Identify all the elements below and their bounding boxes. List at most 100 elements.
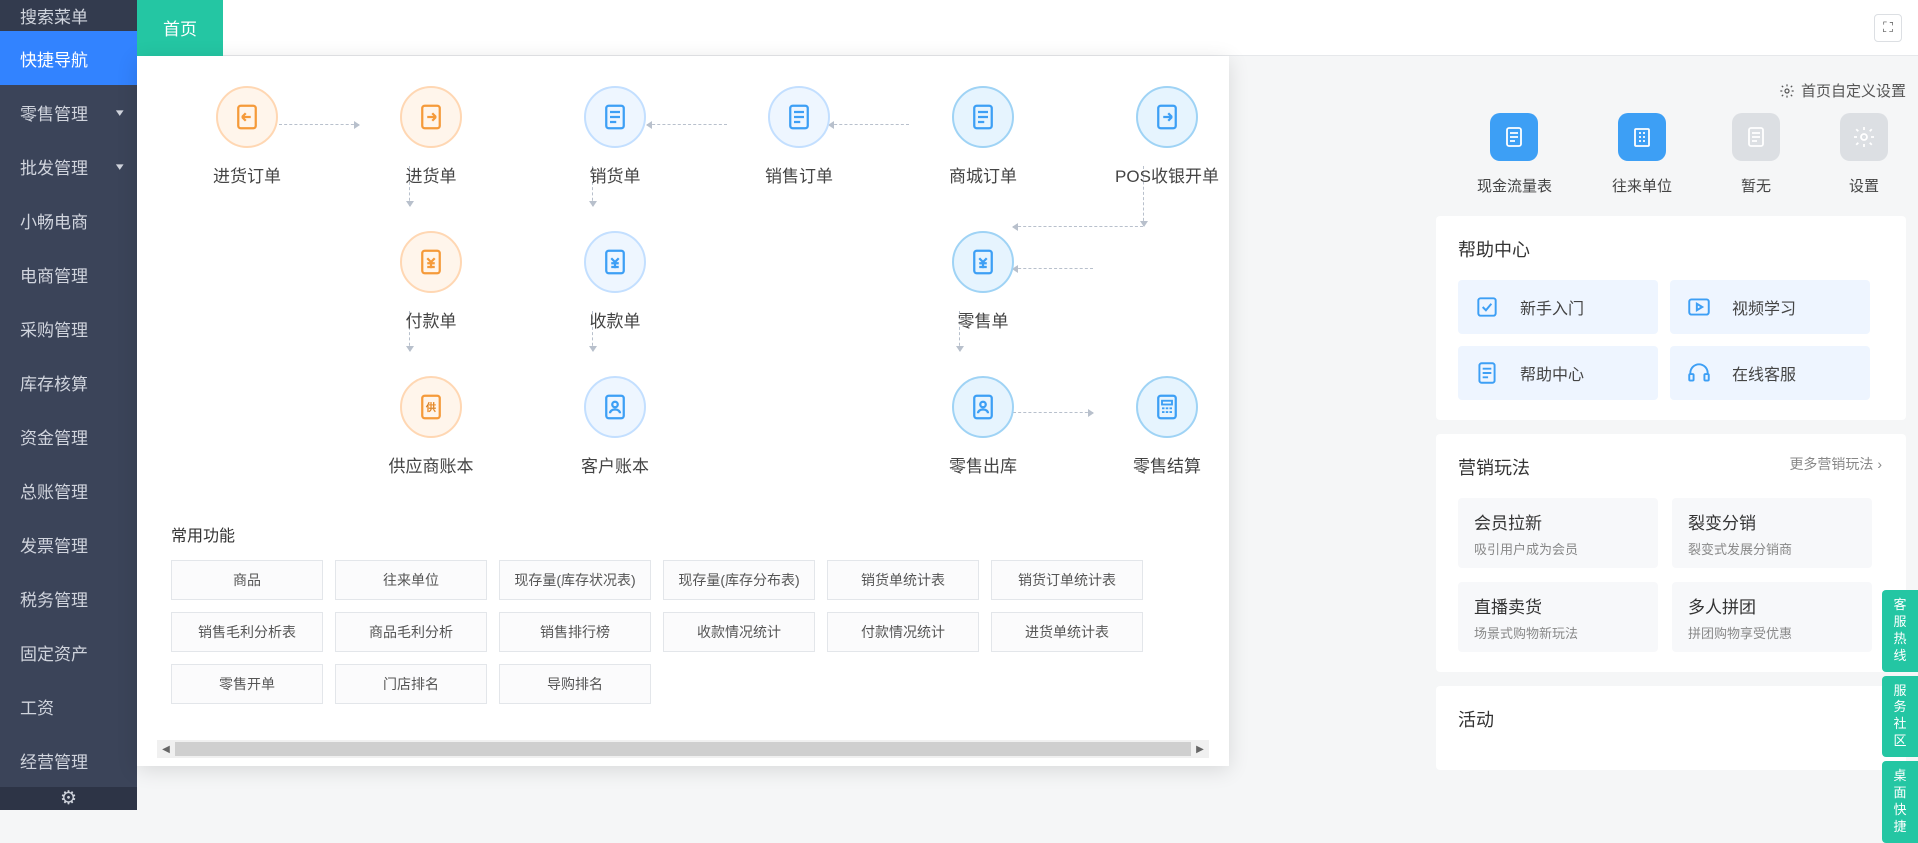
sidebar-item-1[interactable]: 零售管理▾ bbox=[0, 85, 137, 139]
flow-零售结算[interactable]: 零售结算 bbox=[1077, 376, 1257, 477]
help-新手入门[interactable]: 新手入门 bbox=[1458, 280, 1658, 334]
chevron-down-icon: ▾ bbox=[116, 106, 124, 119]
help-视频学习[interactable]: 视频学习 bbox=[1670, 280, 1870, 334]
flow-icon bbox=[400, 376, 462, 438]
common-title: 常用功能 bbox=[171, 522, 1209, 546]
common-btn[interactable]: 销售排行榜 bbox=[499, 612, 651, 652]
help-在线客服[interactable]: 在线客服 bbox=[1670, 346, 1870, 400]
sidebar-item-7[interactable]: 资金管理 bbox=[0, 409, 137, 463]
sidebar-item-5[interactable]: 采购管理 bbox=[0, 301, 137, 355]
promo-more-link[interactable]: 更多营销玩法 › bbox=[1789, 454, 1882, 474]
flow-进货订单[interactable]: 进货订单 bbox=[157, 86, 337, 187]
common-btn[interactable]: 商品 bbox=[171, 560, 323, 600]
sidebar-item-10[interactable]: 税务管理 bbox=[0, 571, 137, 625]
flow-icon bbox=[952, 376, 1014, 438]
help-title: 帮助中心 bbox=[1458, 236, 1884, 262]
promo-直播卖货[interactable]: 直播卖货场景式购物新玩法 bbox=[1458, 582, 1658, 652]
flow-商城订单[interactable]: 商城订单 bbox=[893, 86, 1073, 187]
customize-link[interactable]: 首页自定义设置 bbox=[1436, 80, 1906, 101]
sidebar-item-6[interactable]: 库存核算 bbox=[0, 355, 137, 409]
flow-销货单[interactable]: 销货单 bbox=[525, 86, 705, 187]
right-panel: 首页自定义设置 现金流量表往来单位暂无设置 帮助中心 新手入门视频学习帮助中心在… bbox=[1436, 56, 1906, 784]
flow-收款单[interactable]: 收款单 bbox=[525, 231, 705, 332]
flow-icon bbox=[216, 86, 278, 148]
sidebar-search[interactable]: 搜索菜单 bbox=[0, 0, 137, 31]
float-hotline[interactable]: 客服热线 bbox=[1882, 590, 1918, 672]
flow-供应商账本[interactable]: 供应商账本 bbox=[341, 376, 521, 477]
sidebar-item-3[interactable]: 小畅电商 bbox=[0, 193, 137, 247]
flow-icon bbox=[768, 86, 830, 148]
float-community[interactable]: 服务社区 bbox=[1882, 676, 1918, 758]
topbar: 首页 ⛶ bbox=[137, 0, 1918, 56]
flow-icon bbox=[400, 231, 462, 293]
gear-icon: ⚙ bbox=[60, 787, 77, 810]
flow-零售出库[interactable]: 零售出库 bbox=[893, 376, 1073, 477]
flow-icon bbox=[584, 231, 646, 293]
help-card: 帮助中心 新手入门视频学习帮助中心在线客服 bbox=[1436, 216, 1906, 420]
scroll-right-icon[interactable]: ▶ bbox=[1191, 740, 1209, 758]
quick-icon bbox=[1732, 113, 1780, 161]
common-btn[interactable]: 销货单统计表 bbox=[827, 560, 979, 600]
sidebar-item-11[interactable]: 固定资产 bbox=[0, 625, 137, 679]
flow-销售订单[interactable]: 销售订单 bbox=[709, 86, 889, 187]
tab-home[interactable]: 首页 bbox=[137, 0, 223, 56]
sidebar-item-4[interactable]: 电商管理 bbox=[0, 247, 137, 301]
flow-icon bbox=[584, 86, 646, 148]
activity-title: 活动 bbox=[1458, 706, 1884, 732]
quick-icon bbox=[1840, 113, 1888, 161]
help-icon bbox=[1474, 360, 1500, 386]
quick-现金流量表[interactable]: 现金流量表 bbox=[1477, 113, 1552, 196]
common-btn[interactable]: 付款情况统计 bbox=[827, 612, 979, 652]
common-btn[interactable]: 现存量(库存分布表) bbox=[663, 560, 815, 600]
common-btn[interactable]: 进货单统计表 bbox=[991, 612, 1143, 652]
common-btn[interactable]: 商品毛利分析 bbox=[335, 612, 487, 652]
common-btn[interactable]: 收款情况统计 bbox=[663, 612, 815, 652]
sidebar-item-8[interactable]: 总账管理 bbox=[0, 463, 137, 517]
sidebar-item-2[interactable]: 批发管理▾ bbox=[0, 139, 137, 193]
sidebar-item-13[interactable]: 经营管理 bbox=[0, 733, 137, 787]
flow-客户账本[interactable]: 客户账本 bbox=[525, 376, 705, 477]
quick-icon bbox=[1618, 113, 1666, 161]
flow-付款单[interactable]: 付款单 bbox=[341, 231, 521, 332]
common-btn[interactable]: 往来单位 bbox=[335, 560, 487, 600]
help-帮助中心[interactable]: 帮助中心 bbox=[1458, 346, 1658, 400]
help-icon bbox=[1686, 360, 1712, 386]
flow-icon bbox=[1136, 376, 1198, 438]
common-btn[interactable]: 销售毛利分析表 bbox=[171, 612, 323, 652]
promo-裂变分销[interactable]: 裂变分销裂变式发展分销商 bbox=[1672, 498, 1872, 568]
flow-icon bbox=[952, 86, 1014, 148]
sidebar-item-9[interactable]: 发票管理 bbox=[0, 517, 137, 571]
help-icon bbox=[1474, 294, 1500, 320]
sidebar-item-0[interactable]: 快捷导航 bbox=[0, 31, 137, 85]
common-btn[interactable]: 现存量(库存状况表) bbox=[499, 560, 651, 600]
common-btn[interactable]: 销货订单统计表 bbox=[991, 560, 1143, 600]
common-btn[interactable]: 零售开单 bbox=[171, 664, 323, 704]
quick-暂无[interactable]: 暂无 bbox=[1732, 113, 1780, 196]
flyout-scrollbar[interactable]: ◀ ▶ bbox=[157, 740, 1209, 758]
sidebar-item-12[interactable]: 工资 bbox=[0, 679, 137, 733]
quick-icon bbox=[1490, 113, 1538, 161]
fullscreen-button[interactable]: ⛶ bbox=[1874, 14, 1902, 42]
flow-icon bbox=[584, 376, 646, 438]
promo-card: 营销玩法 更多营销玩法 › 会员拉新吸引用户成为会员裂变分销裂变式发展分销商直播… bbox=[1436, 434, 1906, 672]
flow-零售单[interactable]: 零售单 bbox=[893, 231, 1073, 332]
common-btn[interactable]: 门店排名 bbox=[335, 664, 487, 704]
float-buttons: 客服热线 服务社区 桌面快捷 bbox=[1882, 590, 1918, 843]
sidebar-settings[interactable]: ⚙ bbox=[0, 787, 137, 810]
flow-进货单[interactable]: 进货单 bbox=[341, 86, 521, 187]
float-desktop[interactable]: 桌面快捷 bbox=[1882, 761, 1918, 843]
flow-icon bbox=[952, 231, 1014, 293]
quicknav-flyout: 进货订单进货单销货单销售订单商城订单POS收银开单付款单收款单零售单供应商账本客… bbox=[137, 56, 1229, 766]
quick-往来单位[interactable]: 往来单位 bbox=[1612, 113, 1672, 196]
promo-会员拉新[interactable]: 会员拉新吸引用户成为会员 bbox=[1458, 498, 1658, 568]
chevron-down-icon: ▾ bbox=[116, 160, 124, 173]
common-btn[interactable]: 导购排名 bbox=[499, 664, 651, 704]
help-icon bbox=[1686, 294, 1712, 320]
flow-icon bbox=[1136, 86, 1198, 148]
flow-POS收银开单[interactable]: POS收银开单 bbox=[1077, 86, 1257, 187]
quick-设置[interactable]: 设置 bbox=[1840, 113, 1888, 196]
scroll-left-icon[interactable]: ◀ bbox=[157, 740, 175, 758]
activity-card: 活动 bbox=[1436, 686, 1906, 770]
promo-多人拼团[interactable]: 多人拼团拼团购物享受优惠 bbox=[1672, 582, 1872, 652]
flow-icon bbox=[400, 86, 462, 148]
